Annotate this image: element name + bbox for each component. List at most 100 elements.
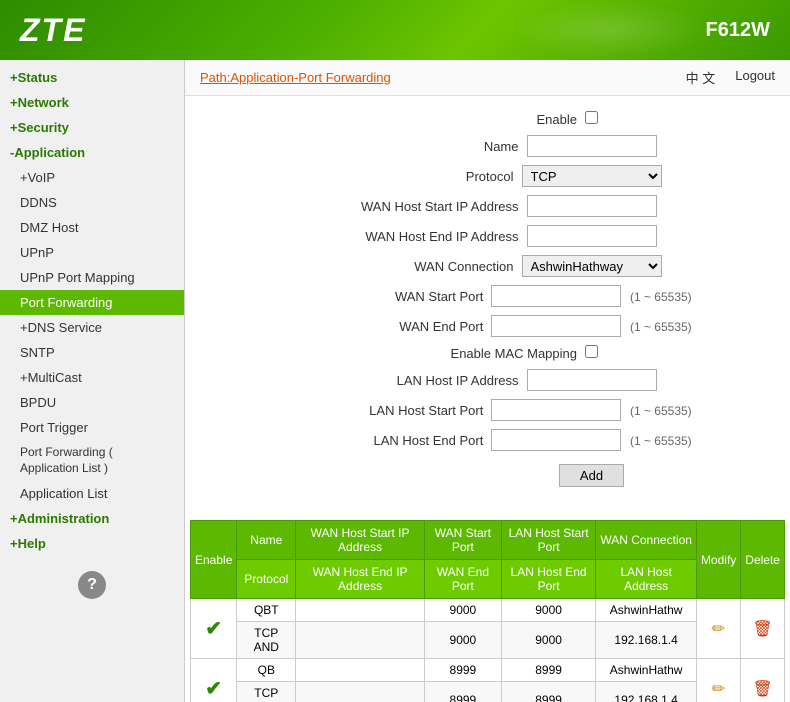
row2-wan-host-end [296, 682, 425, 702]
lan-host-ip-row: LAN Host IP Address [205, 369, 770, 391]
row1-modify: ✏ [696, 599, 740, 659]
row2-check-icon: ✔ [205, 678, 222, 700]
row2-wan-start-port: 8999 [424, 659, 501, 682]
table-row: ✔ QBT 9000 9000 AshwinHathw ✏ 🗑 [191, 599, 785, 622]
sidebar-item-security[interactable]: +Security [0, 115, 184, 140]
wan-host-start-label: WAN Host Start IP Address [319, 199, 519, 214]
sidebar-item-ddns[interactable]: DDNS [0, 190, 184, 215]
col-lan-host-addr: LAN Host Address [596, 560, 697, 599]
header: ZTE F612W [0, 0, 790, 60]
row1-delete: 🗑 [741, 599, 785, 659]
row2-edit-icon[interactable]: ✏ [710, 679, 727, 700]
enable-mac-row: Enable MAC Mapping [205, 345, 770, 361]
lan-host-ip-control [527, 369, 657, 391]
lan-host-end-hint: (1 ~ 65535) [630, 434, 692, 448]
col-delete: Delete [741, 521, 785, 599]
help-icon[interactable]: ? [78, 571, 106, 599]
row2-protocol: TCP AND [237, 682, 296, 702]
enable-checkbox[interactable] [585, 111, 598, 124]
table-header-row2: Protocol WAN Host End IP Address WAN End… [191, 560, 785, 599]
name-input[interactable] [527, 135, 657, 157]
sidebar-item-multicast[interactable]: +MultiCast [0, 365, 184, 390]
lang-link[interactable]: 中 文 [686, 68, 716, 87]
row1-wan-end-port: 9000 [424, 622, 501, 659]
col-wan-end-port: WAN End Port [424, 560, 501, 599]
lan-host-end-input[interactable] [491, 429, 621, 451]
lan-host-end-row: LAN Host End Port (1 ~ 65535) [205, 429, 770, 451]
row1-check-icon: ✔ [205, 618, 222, 640]
sidebar-item-bpdu[interactable]: BPDU [0, 390, 184, 415]
wan-connection-label: WAN Connection [314, 259, 514, 274]
sidebar-item-status[interactable]: +Status [0, 65, 184, 90]
sidebar-item-dns-service[interactable]: +DNS Service [0, 315, 184, 340]
add-button[interactable]: Add [559, 464, 624, 487]
row2-enable: ✔ [191, 659, 237, 702]
lan-host-end-control: (1 ~ 65535) [491, 429, 691, 451]
sidebar-item-administration[interactable]: +Administration [0, 506, 184, 531]
table-row-sub: TCP AND 8999 8999 192.168.1.4 [191, 682, 785, 702]
row1-name: QBT [237, 599, 296, 622]
lan-host-start-hint: (1 ~ 65535) [630, 404, 692, 418]
sidebar-item-sntp[interactable]: SNTP [0, 340, 184, 365]
col-lan-host-start: LAN Host Start Port [501, 521, 595, 560]
col-protocol: Protocol [237, 560, 296, 599]
row1-edit-icon[interactable]: ✏ [710, 619, 727, 640]
col-lan-host-end: LAN Host End Port [501, 560, 595, 599]
wan-end-port-row: WAN End Port (1 ~ 65535) [205, 315, 770, 337]
sidebar-item-network[interactable]: +Network [0, 90, 184, 115]
wan-end-port-control: (1 ~ 65535) [491, 315, 691, 337]
protocol-control: TCP UDP TCP AND UDP [522, 165, 662, 187]
main-layout: +Status +Network +Security -Application … [0, 60, 790, 702]
sidebar-item-port-trigger[interactable]: Port Trigger [0, 415, 184, 440]
row2-modify: ✏ [696, 659, 740, 702]
row1-wan-host-end [296, 622, 425, 659]
sidebar-item-voip[interactable]: +VoIP [0, 165, 184, 190]
sidebar-item-port-forwarding[interactable]: Port Forwarding [0, 290, 184, 315]
breadcrumb-actions: 中 文 Logout [686, 68, 775, 87]
wan-start-port-input[interactable] [491, 285, 621, 307]
sidebar-item-upnp-port-mapping[interactable]: UPnP Port Mapping [0, 265, 184, 290]
col-wan-start-port: WAN Start Port [424, 521, 501, 560]
sidebar-item-upnp[interactable]: UPnP [0, 240, 184, 265]
logo: ZTE [20, 12, 86, 49]
col-wan-connection: WAN Connection [596, 521, 697, 560]
protocol-row: Protocol TCP UDP TCP AND UDP [205, 165, 770, 187]
sidebar-item-help[interactable]: +Help [0, 531, 184, 556]
lan-host-start-control: (1 ~ 65535) [491, 399, 691, 421]
col-enable: Enable [191, 521, 237, 599]
wan-host-start-control [527, 195, 657, 217]
lan-host-start-input[interactable] [491, 399, 621, 421]
name-row: Name [205, 135, 770, 157]
lan-host-ip-label: LAN Host IP Address [319, 373, 519, 388]
protocol-select[interactable]: TCP UDP TCP AND UDP [522, 165, 662, 187]
sidebar-item-port-fwd-list[interactable]: Port Forwarding ( Application List ) [0, 440, 184, 481]
name-control [527, 135, 657, 157]
lan-host-ip-input[interactable] [527, 369, 657, 391]
table-header-row1: Enable Name WAN Host Start IP Address WA… [191, 521, 785, 560]
wan-connection-row: WAN Connection AshwinHathway [205, 255, 770, 277]
row2-delete-icon[interactable]: 🗑 [750, 679, 774, 700]
forwarding-table-section: Enable Name WAN Host Start IP Address WA… [185, 510, 790, 702]
logout-link[interactable]: Logout [735, 68, 775, 87]
row1-delete-icon[interactable]: 🗑 [750, 619, 774, 640]
col-modify: Modify [696, 521, 740, 599]
wan-host-end-input[interactable] [527, 225, 657, 247]
row1-lan-host-start: 9000 [501, 599, 595, 622]
row1-enable: ✔ [191, 599, 237, 659]
wan-host-start-input[interactable] [527, 195, 657, 217]
sidebar-item-dmz-host[interactable]: DMZ Host [0, 215, 184, 240]
wan-start-port-hint: (1 ~ 65535) [630, 290, 692, 304]
row1-wan-host-start [296, 599, 425, 622]
wan-connection-select[interactable]: AshwinHathway [522, 255, 662, 277]
wan-end-port-input[interactable] [491, 315, 621, 337]
col-name: Name [237, 521, 296, 560]
breadcrumb-prefix: Path:Application- [200, 70, 298, 85]
enable-mac-checkbox[interactable] [585, 345, 598, 358]
row2-delete: 🗑 [741, 659, 785, 702]
breadcrumb: Path:Application-Port Forwarding 中 文 Log… [185, 60, 790, 96]
breadcrumb-text: Path:Application-Port Forwarding [200, 70, 391, 85]
sidebar-item-application[interactable]: -Application [0, 140, 184, 165]
wan-start-port-row: WAN Start Port (1 ~ 65535) [205, 285, 770, 307]
sidebar-item-app-list[interactable]: Application List [0, 481, 184, 506]
col-wan-host-start: WAN Host Start IP Address [296, 521, 425, 560]
